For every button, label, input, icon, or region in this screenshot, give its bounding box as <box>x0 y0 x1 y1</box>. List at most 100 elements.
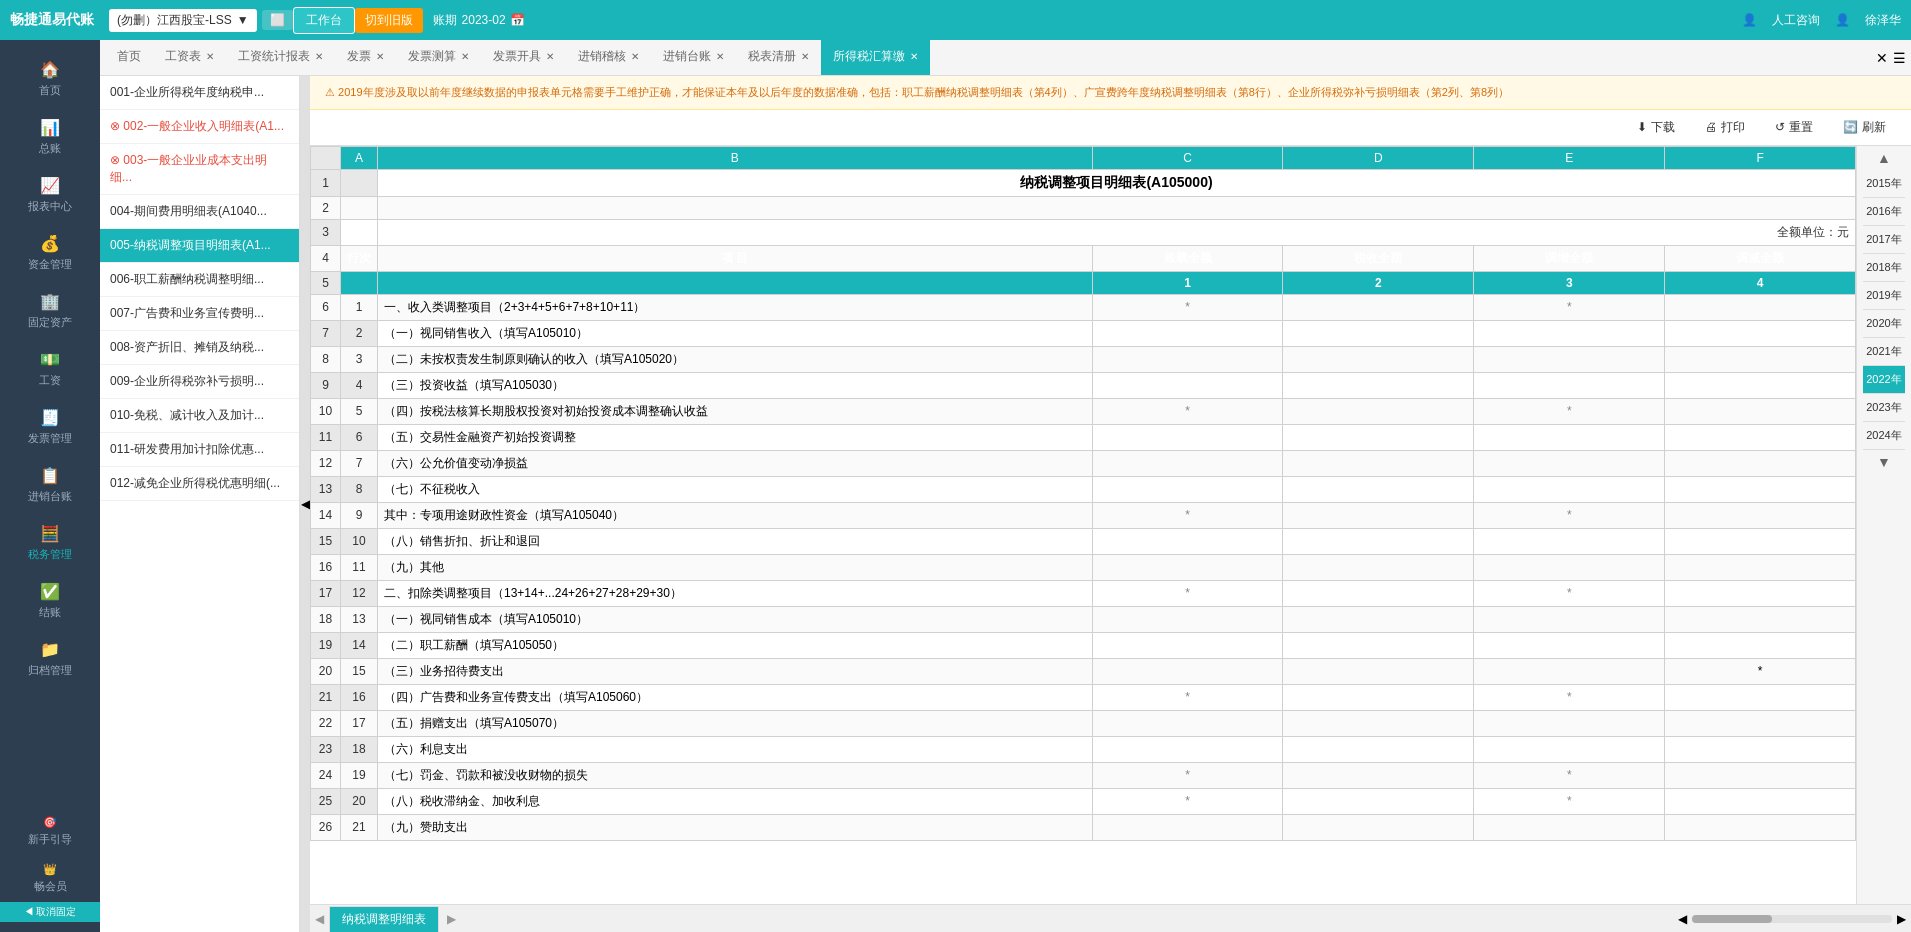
data-c-6[interactable] <box>1092 450 1283 476</box>
scroll-right-icon[interactable]: ▶ <box>1897 912 1906 926</box>
sidebar-item-0[interactable]: 🏠首页 <box>23 50 77 108</box>
year-btn-2024年[interactable]: 2024年 <box>1863 422 1904 450</box>
sidebar-item-1[interactable]: 📊总账 <box>23 108 77 166</box>
data-e-4[interactable]: * <box>1474 398 1665 424</box>
data-c-4[interactable]: * <box>1092 398 1283 424</box>
data-c-19[interactable]: * <box>1092 788 1283 814</box>
data-f-4[interactable] <box>1665 398 1856 424</box>
data-f-3[interactable] <box>1665 372 1856 398</box>
data-d-3[interactable] <box>1283 372 1474 398</box>
reset-button[interactable]: ↺ 重置 <box>1765 115 1823 140</box>
data-f-7[interactable] <box>1665 476 1856 502</box>
data-c-20[interactable] <box>1092 814 1283 840</box>
year-btn-2020年[interactable]: 2020年 <box>1863 310 1904 338</box>
tab-3[interactable]: 发票✕ <box>335 40 396 75</box>
data-f-14[interactable]: * <box>1665 658 1856 684</box>
data-e-0[interactable]: * <box>1474 294 1665 320</box>
tab-close-3[interactable]: ✕ <box>376 51 384 62</box>
data-c-0[interactable]: * <box>1092 294 1283 320</box>
data-c-2[interactable] <box>1092 346 1283 372</box>
user-label[interactable]: 徐泽华 <box>1865 12 1901 29</box>
left-panel-item-4[interactable]: 005-纳税调整项目明细表(A1... <box>100 229 299 263</box>
data-d-16[interactable] <box>1283 710 1474 736</box>
data-e-20[interactable] <box>1474 814 1665 840</box>
tab-close-4[interactable]: ✕ <box>461 51 469 62</box>
data-e-7[interactable] <box>1474 476 1665 502</box>
tab-close-6[interactable]: ✕ <box>631 51 639 62</box>
sidebar-item-7[interactable]: 📋进销台账 <box>23 456 77 514</box>
item-cell-17[interactable]: （六）利息支出 <box>378 736 1093 762</box>
data-d-19[interactable] <box>1283 788 1474 814</box>
menu-icon[interactable]: ☰ <box>1893 50 1906 66</box>
item-cell-7[interactable]: （七）不征税收入 <box>378 476 1093 502</box>
left-panel-item-2[interactable]: ⊗ 003-一般企业业成本支出明细... <box>100 144 299 195</box>
data-f-1[interactable] <box>1665 320 1856 346</box>
year-up-icon[interactable]: ▲ <box>1873 146 1895 170</box>
calendar-icon[interactable]: 📅 <box>510 13 525 27</box>
data-f-0[interactable] <box>1665 294 1856 320</box>
bottom-tab-adjust[interactable]: 纳税调整明细表 <box>329 906 439 932</box>
sidebar-item-3[interactable]: 💰资金管理 <box>23 224 77 282</box>
sidebar-item-4[interactable]: 🏢固定资产 <box>23 282 77 340</box>
left-panel-item-8[interactable]: 009-企业所得税弥补亏损明... <box>100 365 299 399</box>
tab-9[interactable]: 所得税汇算缴✕ <box>821 40 930 75</box>
tab-0[interactable]: 首页 <box>105 40 153 75</box>
tab-close-5[interactable]: ✕ <box>546 51 554 62</box>
left-panel-item-7[interactable]: 008-资产折旧、摊销及纳税... <box>100 331 299 365</box>
data-c-3[interactable] <box>1092 372 1283 398</box>
data-d-4[interactable] <box>1283 398 1474 424</box>
item-cell-2[interactable]: （二）未按权责发生制原则确认的收入（填写A105020） <box>378 346 1093 372</box>
tab-close-1[interactable]: ✕ <box>206 51 214 62</box>
left-panel-item-3[interactable]: 004-期间费用明细表(A1040... <box>100 195 299 229</box>
tab-4[interactable]: 发票测算✕ <box>396 40 481 75</box>
item-cell-6[interactable]: （六）公允价值变动净损益 <box>378 450 1093 476</box>
left-panel-item-9[interactable]: 010-免税、减计收入及加计... <box>100 399 299 433</box>
data-d-11[interactable] <box>1283 580 1474 606</box>
data-d-15[interactable] <box>1283 684 1474 710</box>
data-f-5[interactable] <box>1665 424 1856 450</box>
item-cell-1[interactable]: （一）视同销售收入（填写A105010） <box>378 320 1093 346</box>
tab-close-9[interactable]: ✕ <box>910 51 918 62</box>
data-d-7[interactable] <box>1283 476 1474 502</box>
tab-5[interactable]: 发票开具✕ <box>481 40 566 75</box>
sidebar-item-10[interactable]: 📁归档管理 <box>23 630 77 688</box>
data-c-5[interactable] <box>1092 424 1283 450</box>
data-f-9[interactable] <box>1665 528 1856 554</box>
item-cell-0[interactable]: 一、收入类调整项目（2+3+4+5+6+7+8+10+11） <box>378 294 1093 320</box>
data-e-18[interactable]: * <box>1474 762 1665 788</box>
data-c-18[interactable]: * <box>1092 762 1283 788</box>
left-panel-item-0[interactable]: 001-企业所得税年度纳税申... <box>100 76 299 110</box>
year-btn-2023年[interactable]: 2023年 <box>1863 394 1904 422</box>
item-cell-16[interactable]: （五）捐赠支出（填写A105070） <box>378 710 1093 736</box>
data-e-17[interactable] <box>1474 736 1665 762</box>
data-d-0[interactable] <box>1283 294 1474 320</box>
tab-close-7[interactable]: ✕ <box>716 51 724 62</box>
scroll-left-icon[interactable]: ◀ <box>1678 912 1687 926</box>
data-e-13[interactable] <box>1474 632 1665 658</box>
tab-6[interactable]: 进销稽核✕ <box>566 40 651 75</box>
data-e-11[interactable]: * <box>1474 580 1665 606</box>
year-btn-2019年[interactable]: 2019年 <box>1863 282 1904 310</box>
item-cell-13[interactable]: （二）职工薪酬（填写A105050） <box>378 632 1093 658</box>
data-f-10[interactable] <box>1665 554 1856 580</box>
data-f-6[interactable] <box>1665 450 1856 476</box>
left-panel-item-1[interactable]: ⊗ 002-一般企业收入明细表(A1... <box>100 110 299 144</box>
horizontal-scrollbar[interactable] <box>1692 915 1892 923</box>
item-cell-9[interactable]: （八）销售折扣、折让和退回 <box>378 528 1093 554</box>
year-down-icon[interactable]: ▼ <box>1873 450 1895 474</box>
data-d-14[interactable] <box>1283 658 1474 684</box>
left-panel-item-6[interactable]: 007-广告费和业务宣传费明... <box>100 297 299 331</box>
data-f-12[interactable] <box>1665 606 1856 632</box>
item-cell-4[interactable]: （四）按税法核算长期股权投资对初始投资成本调整确认收益 <box>378 398 1093 424</box>
data-f-18[interactable] <box>1665 762 1856 788</box>
item-cell-19[interactable]: （八）税收滞纳金、加收利息 <box>378 788 1093 814</box>
item-cell-10[interactable]: （九）其他 <box>378 554 1093 580</box>
data-c-10[interactable] <box>1092 554 1283 580</box>
data-e-12[interactable] <box>1474 606 1665 632</box>
tab-8[interactable]: 税表清册✕ <box>736 40 821 75</box>
data-e-16[interactable] <box>1474 710 1665 736</box>
year-btn-2022年[interactable]: 2022年 <box>1863 366 1904 394</box>
data-e-14[interactable] <box>1474 658 1665 684</box>
item-cell-8[interactable]: 其中：专项用途财政性资金（填写A105040） <box>378 502 1093 528</box>
data-e-9[interactable] <box>1474 528 1665 554</box>
